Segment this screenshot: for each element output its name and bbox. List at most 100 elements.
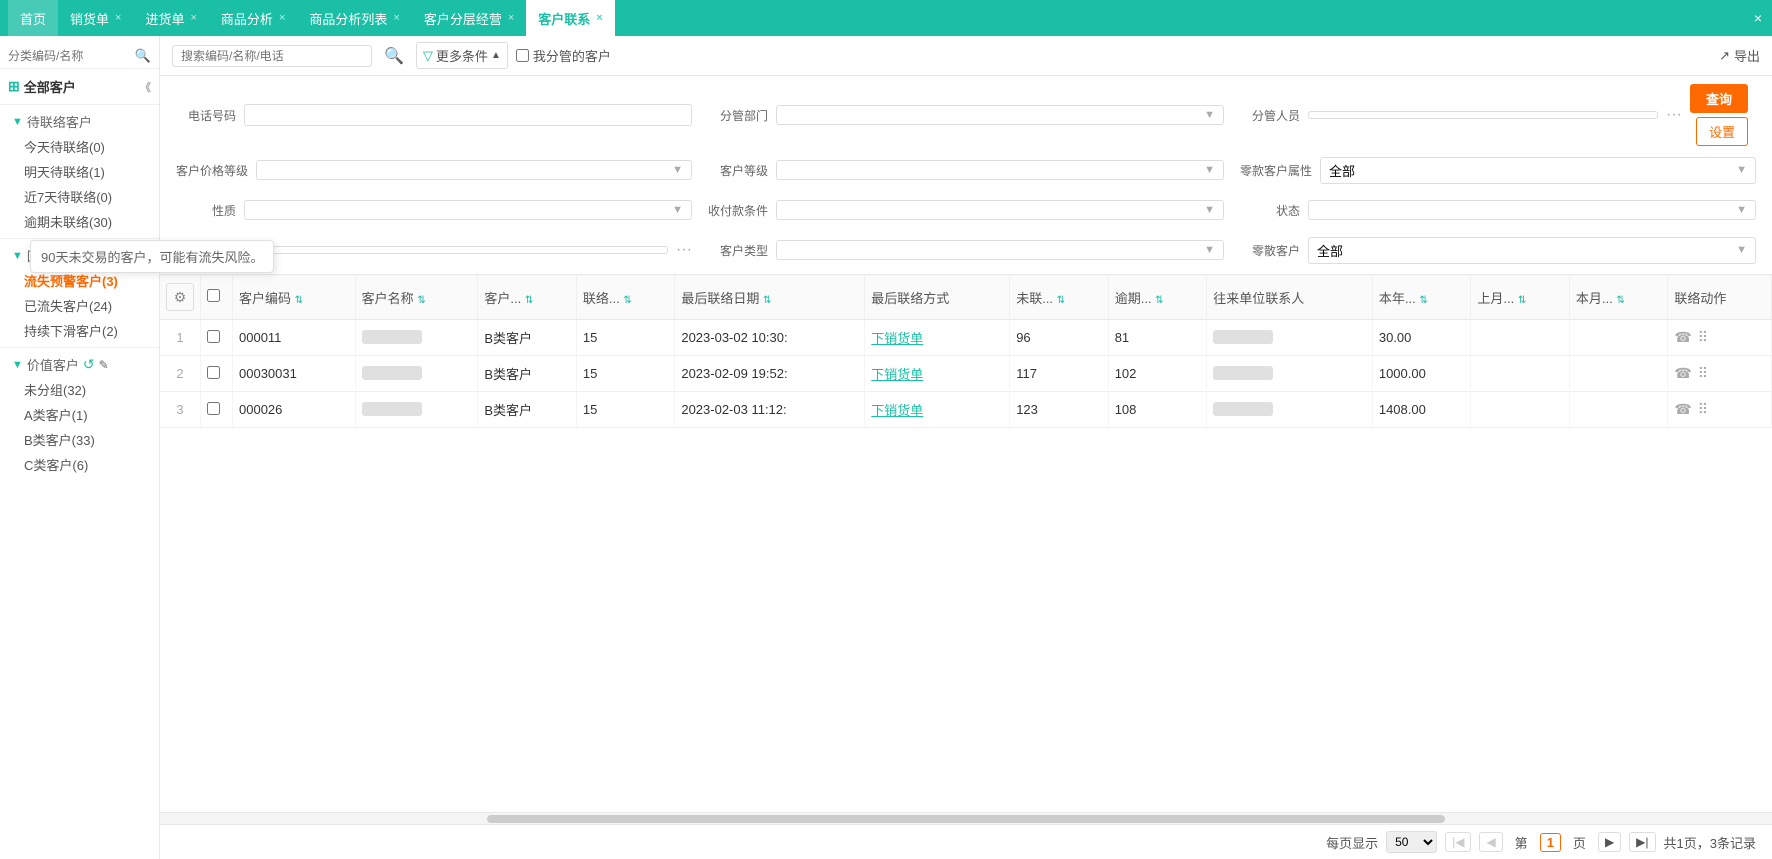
- settings-button[interactable]: 设置: [1696, 117, 1748, 146]
- close-icon[interactable]: ×: [596, 12, 602, 24]
- sidebar-item-churned[interactable]: 已流失客户(24): [0, 293, 159, 318]
- sidebar-item-ungroup[interactable]: 未分组(32): [0, 377, 159, 402]
- row-checkbox[interactable]: [207, 366, 220, 379]
- sort-icon[interactable]: ⇅: [763, 295, 771, 306]
- sidebar-item-class-b[interactable]: B类客户(33): [0, 427, 159, 452]
- sidebar-item-today[interactable]: 今天待联络(0): [0, 134, 159, 159]
- nav-tab-sales[interactable]: 销货单 ×: [58, 0, 133, 36]
- filter-status-select[interactable]: ▼: [1308, 200, 1756, 220]
- filter-phone-input[interactable]: [244, 104, 692, 126]
- select-all-checkbox[interactable]: [207, 289, 220, 302]
- next-page-button[interactable]: ▶: [1598, 832, 1621, 852]
- row-checkbox-cell: [201, 320, 233, 356]
- last-contact-link[interactable]: 下销货单: [871, 367, 923, 382]
- filter-region-select[interactable]: [256, 246, 668, 254]
- nav-tab-product-list-label: 商品分析列表: [309, 9, 387, 28]
- sidebar-item-declining[interactable]: 持续下滑客户(2): [0, 318, 159, 343]
- arrow-icon: ▼: [12, 359, 23, 371]
- sidebar-item-class-a[interactable]: A类客户(1): [0, 402, 159, 427]
- nav-tab-product-analysis[interactable]: 商品分析 ×: [209, 0, 297, 36]
- filter-customer-level-select[interactable]: ▼: [776, 160, 1224, 180]
- per-page-select[interactable]: 50 100 200: [1386, 831, 1437, 853]
- sort-icon[interactable]: ⇅: [1057, 295, 1065, 306]
- filter-search-input[interactable]: [172, 45, 372, 67]
- filter-customer-type-select[interactable]: ▼: [776, 240, 1224, 260]
- my-customers-checkbox[interactable]: [516, 49, 529, 62]
- last-page-button[interactable]: ▶|: [1629, 832, 1655, 852]
- chevron-down-icon: ▼: [1736, 244, 1747, 256]
- filter-zero-customer-select[interactable]: 全部 ▼: [1308, 237, 1756, 264]
- filter-zero-attr-select[interactable]: 全部 ▼: [1320, 157, 1756, 184]
- filter-zero-customer-label: 零散客户: [1240, 242, 1300, 259]
- nav-tab-customer-contact[interactable]: 客户联系 ×: [526, 0, 614, 36]
- close-all-button[interactable]: ×: [1754, 10, 1762, 26]
- filter-staff-select[interactable]: [1308, 111, 1658, 119]
- th-settings[interactable]: ⚙: [160, 275, 201, 320]
- settings-gear-icon[interactable]: ⚙: [166, 283, 194, 311]
- edit-icon[interactable]: ✎: [99, 358, 109, 372]
- more-action-icon[interactable]: ⠿: [1698, 365, 1708, 382]
- close-icon[interactable]: ×: [393, 12, 399, 24]
- filter-staff-row: 分管人员 ··· 查询 设置: [1240, 84, 1756, 146]
- filter-nature-select[interactable]: ▼: [244, 200, 692, 220]
- nav-tab-home[interactable]: 首页: [8, 0, 58, 36]
- prev-page-button[interactable]: ◀: [1479, 832, 1502, 852]
- more-options-icon[interactable]: ···: [1666, 106, 1682, 124]
- query-button[interactable]: 查询: [1690, 84, 1748, 113]
- th-unit-contact-label: 往来单位联系人: [1213, 291, 1304, 306]
- total-records-label: 共1页，3条记录: [1664, 833, 1756, 852]
- page-label-suffix: 页: [1569, 833, 1590, 852]
- filter-search-button[interactable]: 🔍: [380, 46, 408, 66]
- sidebar-section-pending[interactable]: ▼ 待联络客户: [0, 109, 159, 134]
- close-icon[interactable]: ×: [115, 12, 121, 24]
- sidebar-item-class-c[interactable]: C类客户(6): [0, 452, 159, 477]
- sort-icon[interactable]: ⇅: [1155, 295, 1163, 306]
- more-action-icon[interactable]: ⠿: [1698, 329, 1708, 346]
- sort-icon[interactable]: ⇅: [623, 295, 631, 306]
- filter-price-level-select[interactable]: ▼: [256, 160, 692, 180]
- filter-grid: 电话号码 分管部门 ▼ 分管人员 ···: [176, 84, 1756, 266]
- close-icon[interactable]: ×: [508, 12, 514, 24]
- row-unit-contact: [1207, 392, 1373, 428]
- filter-more-button[interactable]: ▽ 更多条件 ▲: [416, 42, 508, 69]
- last-contact-link[interactable]: 下销货单: [871, 403, 923, 418]
- sidebar-search-input[interactable]: [8, 49, 133, 63]
- sort-icon[interactable]: ⇅: [1518, 295, 1526, 306]
- sidebar-item-overdue[interactable]: 逾期未联络(30): [0, 209, 159, 234]
- my-customers-checkbox-label[interactable]: 我分管的客户: [516, 46, 611, 65]
- sidebar-section-pending-label: 待联络客户: [27, 112, 92, 131]
- row-not-contacted: 123: [1010, 392, 1109, 428]
- nav-tab-product-list[interactable]: 商品分析列表 ×: [297, 0, 411, 36]
- sort-icon[interactable]: ⇅: [295, 295, 303, 306]
- last-contact-link[interactable]: 下销货单: [871, 331, 923, 346]
- filter-payment-select[interactable]: ▼: [776, 200, 1224, 220]
- sidebar-item-tomorrow[interactable]: 明天待联络(1): [0, 159, 159, 184]
- customer-table: ⚙ 客户编码 ⇅ 客户名称 ⇅: [160, 275, 1772, 428]
- sort-icon[interactable]: ⇅: [1616, 295, 1624, 306]
- sidebar-item-7days[interactable]: 近7天待联络(0): [0, 184, 159, 209]
- sidebar-section-value[interactable]: ▼ 价值客户 ↺ ✎: [0, 352, 159, 377]
- more-options-icon[interactable]: ···: [676, 241, 692, 259]
- sidebar-all-customers[interactable]: ⊞ 全部客户 《: [0, 73, 159, 100]
- close-icon[interactable]: ×: [279, 12, 285, 24]
- sort-icon[interactable]: ⇅: [1419, 295, 1427, 306]
- contact-action-icon[interactable]: ☎: [1674, 401, 1691, 418]
- top-nav: 首页 销货单 × 进货单 × 商品分析 × 商品分析列表 × 客户分层经营 × …: [0, 0, 1772, 36]
- nav-tab-purchase[interactable]: 进货单 ×: [133, 0, 208, 36]
- first-page-button[interactable]: |◀: [1445, 832, 1471, 852]
- filter-payment-row: 收付款条件 ▼: [708, 194, 1224, 226]
- close-icon[interactable]: ×: [190, 12, 196, 24]
- row-not-contacted: 117: [1010, 356, 1109, 392]
- sort-icon[interactable]: ⇅: [417, 295, 425, 306]
- sort-icon[interactable]: ⇅: [525, 295, 533, 306]
- more-action-icon[interactable]: ⠿: [1698, 401, 1708, 418]
- contact-action-icon[interactable]: ☎: [1674, 329, 1691, 346]
- row-checkbox[interactable]: [207, 402, 220, 415]
- refresh-icon[interactable]: ↺: [83, 356, 95, 373]
- contact-action-icon[interactable]: ☎: [1674, 365, 1691, 382]
- scrollbar-thumb[interactable]: [487, 815, 1445, 823]
- export-button[interactable]: ↗ 导出: [1719, 46, 1760, 65]
- nav-tab-customer-segment[interactable]: 客户分层经营 ×: [412, 0, 526, 36]
- row-checkbox[interactable]: [207, 330, 220, 343]
- filter-dept-select[interactable]: ▼: [776, 105, 1224, 125]
